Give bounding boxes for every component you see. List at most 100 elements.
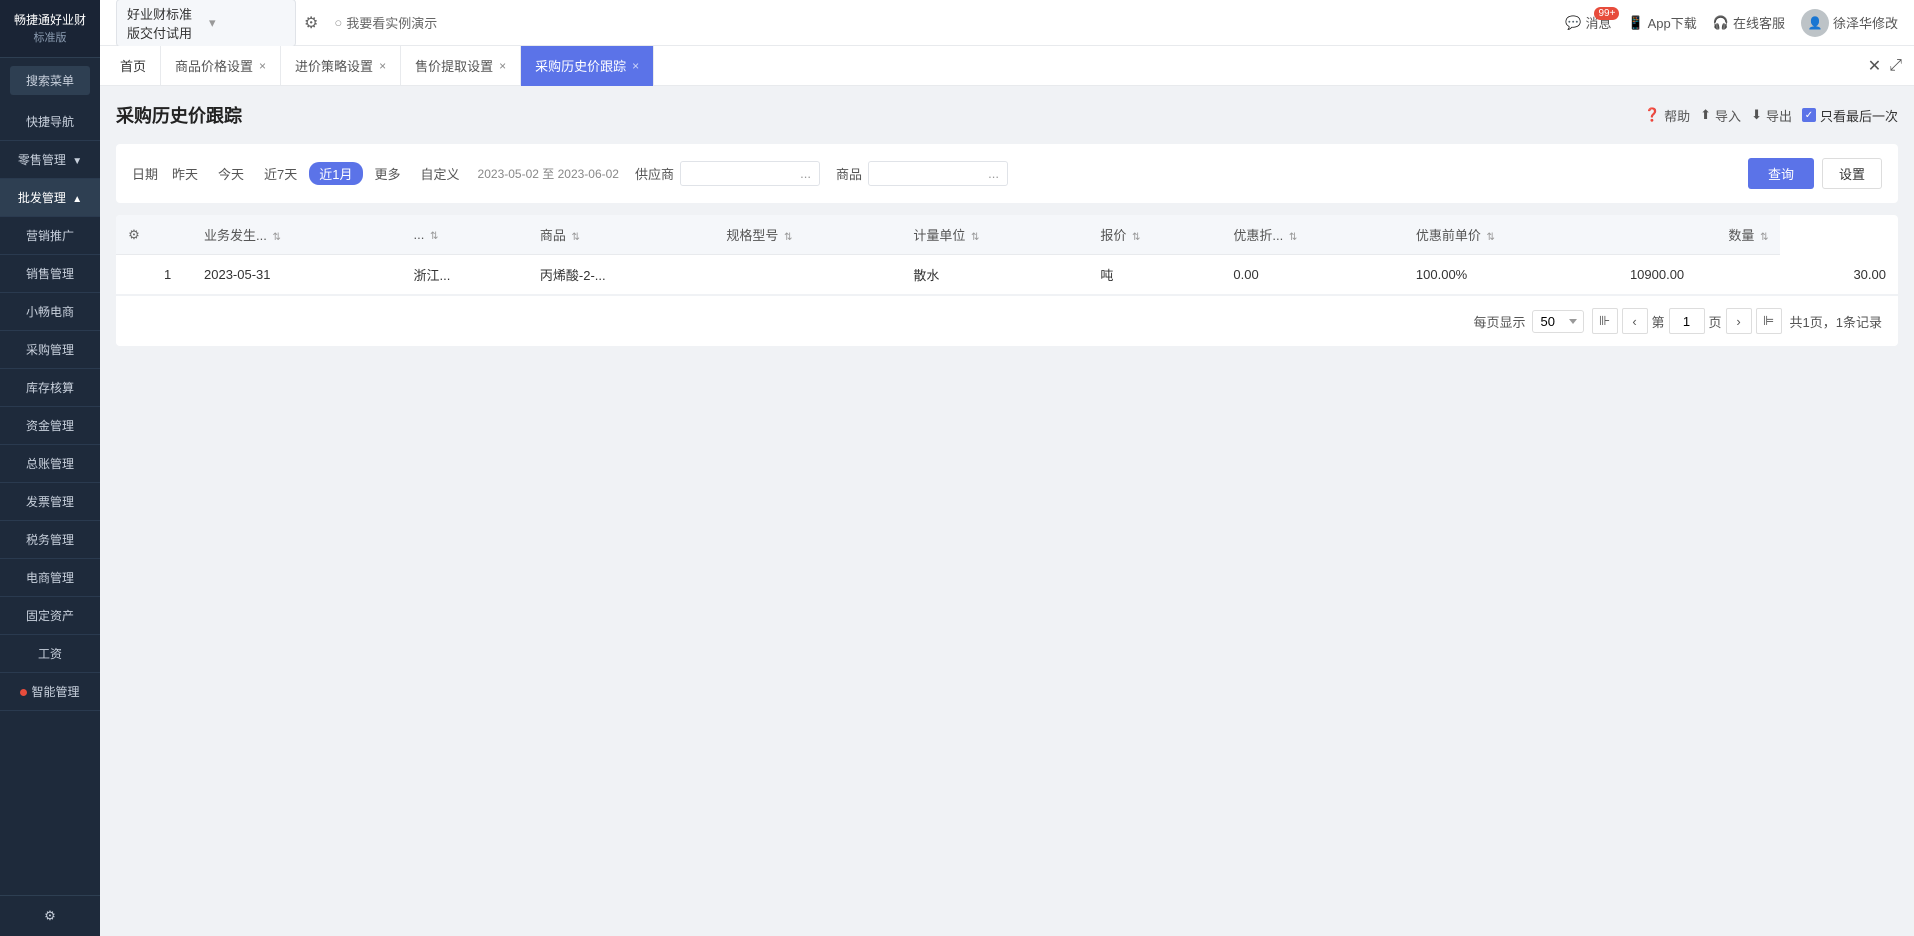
- th-quantity[interactable]: 数量 ⇅: [1618, 215, 1781, 255]
- sidebar-item-tax[interactable]: 税务管理: [0, 521, 100, 559]
- query-button[interactable]: 查询: [1748, 158, 1814, 189]
- th-product[interactable]: 商品 ⇅: [528, 215, 714, 255]
- sort-icon-business-date: ⇅: [272, 232, 280, 243]
- product-settings-icon[interactable]: ⚙: [304, 13, 318, 33]
- tab-sale-price[interactable]: 售价提取设置 ×: [401, 46, 521, 86]
- sidebar-item-sales[interactable]: 销售管理: [0, 255, 100, 293]
- row-more: 浙江...: [402, 255, 528, 295]
- th-gear[interactable]: ⚙: [116, 215, 152, 255]
- message-action[interactable]: 💬 消息 99+: [1565, 13, 1611, 32]
- tab-home[interactable]: 首页: [112, 46, 161, 86]
- sidebar-item-wholesale[interactable]: 批发管理 ▲: [0, 179, 100, 217]
- sidebar-settings[interactable]: ⚙: [0, 895, 100, 936]
- last-page-button[interactable]: ⊫: [1756, 308, 1782, 334]
- product-input[interactable]: ...: [868, 161, 1008, 186]
- last-only-checkbox-label[interactable]: ✓ 只看最后一次: [1802, 106, 1898, 125]
- page-input[interactable]: [1669, 308, 1705, 334]
- date-opt-more[interactable]: 更多: [367, 162, 409, 185]
- date-opt-1month[interactable]: 近1月: [309, 162, 362, 185]
- th-unit[interactable]: 计量单位 ⇅: [901, 215, 1088, 255]
- import-button[interactable]: ⬆ 导入: [1700, 106, 1741, 125]
- export-icon: ⬇: [1751, 107, 1762, 123]
- date-range-display: 2023-05-02 至 2023-06-02: [478, 165, 619, 182]
- row-gear-cell: [116, 255, 152, 295]
- next-page-button[interactable]: ›: [1726, 308, 1752, 334]
- per-page-select[interactable]: 50 10 20 100: [1532, 310, 1584, 333]
- tab-price[interactable]: 商品价格设置 ×: [161, 46, 281, 86]
- help-icon: ❓: [1644, 107, 1660, 123]
- search-menu-button[interactable]: 搜索菜单: [10, 66, 90, 95]
- smart-dot: [20, 689, 27, 696]
- page-suffix: 页: [1709, 312, 1722, 331]
- app-download-action[interactable]: 📱 App下载: [1627, 13, 1696, 32]
- sort-icon-discount: ⇅: [1289, 232, 1297, 243]
- tab-history-price[interactable]: 采购历史价跟踪 ×: [521, 46, 654, 86]
- per-page-selector: 每页显示 50 10 20 100: [1473, 310, 1583, 333]
- tab-sale-price-close[interactable]: ×: [499, 59, 506, 73]
- sidebar-item-retail[interactable]: 零售管理 ▼: [0, 141, 100, 179]
- first-page-button[interactable]: ⊪: [1592, 308, 1618, 334]
- sidebar-item-marketing[interactable]: 营销推广: [0, 217, 100, 255]
- import-icon: ⬆: [1700, 107, 1711, 123]
- sidebar-item-finance[interactable]: 资金管理: [0, 407, 100, 445]
- app-logo: 畅捷通好业财 标准版: [0, 0, 100, 58]
- tab-expand-icon[interactable]: ⤢: [1889, 57, 1902, 75]
- date-opt-today[interactable]: 今天: [210, 162, 252, 185]
- table-row: 1 2023-05-31 浙江... 丙烯酸-2-... 散水 吨 0.00 1…: [116, 255, 1898, 295]
- th-pre-discount-price[interactable]: 优惠前单价 ⇅: [1404, 215, 1618, 255]
- sort-icon-more: ⇅: [430, 231, 438, 242]
- filter-section: 日期 昨天 今天 近7天 近1月 更多 自定义 2023-05-02 至 202…: [116, 144, 1898, 203]
- prev-page-button[interactable]: ‹: [1622, 308, 1648, 334]
- sidebar-item-ecommerce[interactable]: 电商管理: [0, 559, 100, 597]
- product-selector[interactable]: 好业财标准版交付试用 ▾: [116, 0, 296, 47]
- row-quantity: 30.00: [1780, 255, 1898, 295]
- th-price[interactable]: 报价 ⇅: [1088, 215, 1221, 255]
- product-name: 好业财标准版交付试用: [127, 4, 203, 42]
- tab-purchase-strategy-close[interactable]: ×: [379, 59, 386, 73]
- last-only-checkbox[interactable]: ✓: [1802, 108, 1816, 122]
- sidebar-item-purchase[interactable]: 采购管理: [0, 331, 100, 369]
- gear-icon[interactable]: ⚙: [128, 227, 140, 242]
- date-opt-7days[interactable]: 近7天: [256, 162, 305, 185]
- th-discount[interactable]: 优惠折... ⇅: [1221, 215, 1404, 255]
- settings-button[interactable]: 设置: [1822, 158, 1882, 189]
- settings-icon[interactable]: ⚙: [44, 908, 56, 923]
- search-menu-container[interactable]: 搜索菜单: [0, 58, 100, 103]
- table-header-row: ⚙ 业务发生... ⇅ ... ⇅ 商品 ⇅: [116, 215, 1898, 255]
- demo-button[interactable]: ○ 我要看实例演示: [334, 13, 437, 32]
- row-unit: 散水: [901, 255, 1088, 295]
- row-discount: 100.00%: [1404, 255, 1618, 295]
- sidebar-item-invoice[interactable]: 发票管理: [0, 483, 100, 521]
- sidebar-item-fixed-assets[interactable]: 固定资产: [0, 597, 100, 635]
- tab-purchase-strategy-label: 进价策略设置: [295, 56, 373, 75]
- online-service-action[interactable]: 🎧 在线客服: [1713, 13, 1785, 32]
- tab-price-close[interactable]: ×: [259, 59, 266, 73]
- row-quoted-price: 0.00: [1221, 255, 1404, 295]
- main-area: 好业财标准版交付试用 ▾ ⚙ ○ 我要看实例演示 💬 消息 99+ 📱 App下…: [100, 0, 1914, 936]
- date-opt-yesterday[interactable]: 昨天: [164, 162, 206, 185]
- sidebar-item-smart[interactable]: 智能管理: [0, 673, 100, 711]
- content-area: 采购历史价跟踪 ❓ 帮助 ⬆ 导入 ⬇ 导出 ✓ 只看最后一次: [100, 86, 1914, 936]
- header-right: 💬 消息 99+ 📱 App下载 🎧 在线客服 👤 徐泽华修改: [1565, 9, 1898, 37]
- product-filter: 商品 ...: [836, 161, 1008, 186]
- sidebar-item-quicknav[interactable]: 快捷导航: [0, 103, 100, 141]
- th-more[interactable]: ... ⇅: [402, 215, 528, 255]
- th-business-date[interactable]: 业务发生... ⇅: [192, 215, 402, 255]
- total-info: 共1页，1条记录: [1790, 312, 1882, 331]
- sidebar-item-ecommerce-small[interactable]: 小畅电商: [0, 293, 100, 331]
- tab-purchase-strategy[interactable]: 进价策略设置 ×: [281, 46, 401, 86]
- th-spec[interactable]: 规格型号 ⇅: [714, 215, 901, 255]
- app-sub: 标准版: [8, 29, 92, 45]
- sidebar-item-ledger[interactable]: 总账管理: [0, 445, 100, 483]
- export-button[interactable]: ⬇ 导出: [1751, 106, 1792, 125]
- page-actions: ❓ 帮助 ⬆ 导入 ⬇ 导出 ✓ 只看最后一次: [1644, 106, 1898, 125]
- tab-history-price-close[interactable]: ×: [632, 59, 639, 73]
- help-button[interactable]: ❓ 帮助: [1644, 106, 1690, 125]
- supplier-input[interactable]: ...: [680, 161, 820, 186]
- user-action[interactable]: 👤 徐泽华修改: [1801, 9, 1898, 37]
- sidebar-item-payroll[interactable]: 工资: [0, 635, 100, 673]
- date-opt-custom[interactable]: 自定义: [413, 162, 468, 185]
- avatar: 👤: [1801, 9, 1829, 37]
- tab-close-icon[interactable]: ✕: [1868, 56, 1881, 76]
- sidebar-item-inventory[interactable]: 库存核算: [0, 369, 100, 407]
